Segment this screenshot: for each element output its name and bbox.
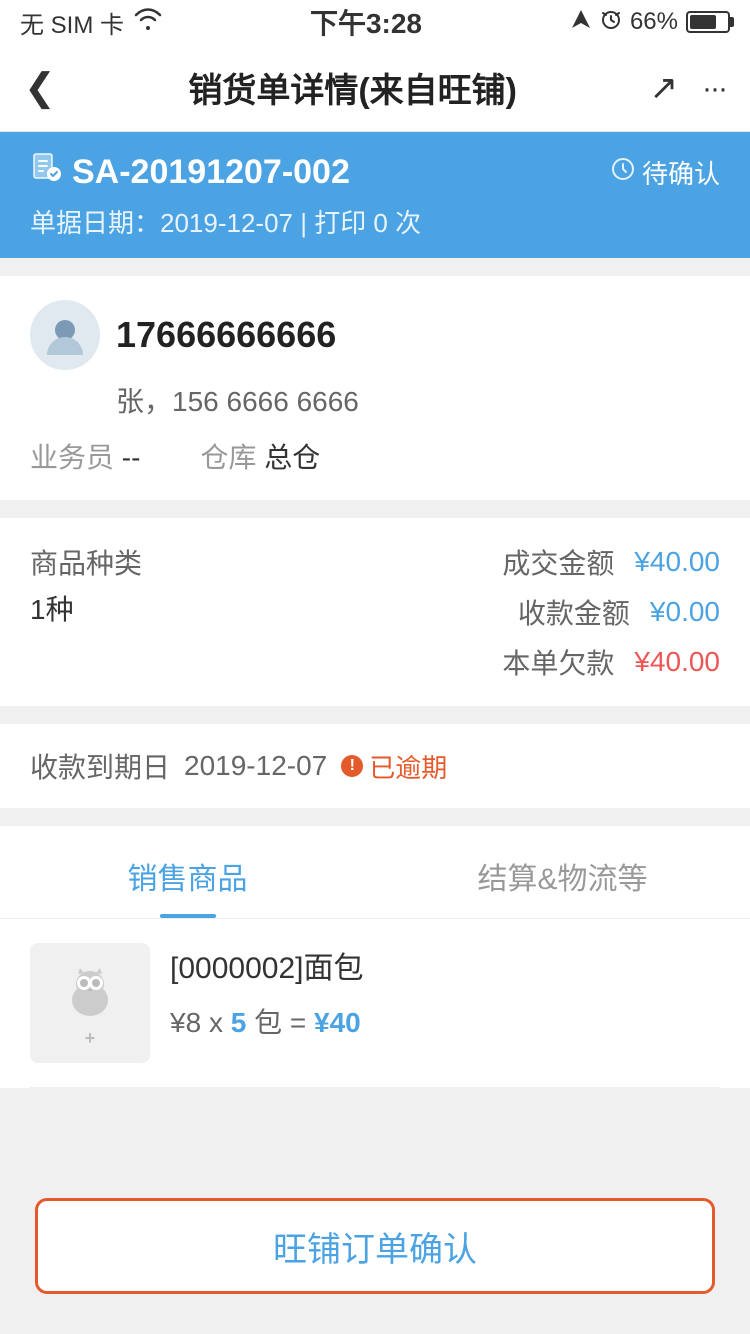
tab-sales-products[interactable]: 销售商品 <box>0 826 375 918</box>
status-bar-right: 66% <box>570 8 730 37</box>
overdue-text: 已逾期 <box>369 748 447 785</box>
due-date-label: 收款到期日 <box>30 746 170 786</box>
product-price: ¥8 x 5 包 = ¥40 <box>170 1001 720 1041</box>
carrier-text: 无 SIM 卡 <box>20 5 124 40</box>
product-list: + [0000002]面包 ¥8 x 5 包 = ¥40 <box>0 919 750 1088</box>
product-info: [0000002]面包 ¥8 x 5 包 = ¥40 <box>170 943 720 1041</box>
alarm-icon <box>600 8 622 37</box>
tabs-section: 销售商品 结算&物流等 <box>0 826 750 1088</box>
order-meta: 单据日期：2019-12-07 | 打印 0 次 <box>30 203 720 240</box>
back-button[interactable] <box>24 65 56 110</box>
overdue-icon: ! <box>341 755 363 777</box>
transaction-label: 成交金额 <box>502 542 614 582</box>
tab-settlement[interactable]: 结算&物流等 <box>375 826 750 918</box>
owed-value: ¥40.00 <box>634 646 720 678</box>
owed-label: 本单欠款 <box>502 642 614 682</box>
received-value: ¥0.00 <box>650 596 720 628</box>
salesperson-label: 业务员 -- <box>30 436 140 476</box>
share-button[interactable] <box>650 68 679 108</box>
owed-row: 本单欠款 ¥40.00 <box>502 642 720 682</box>
battery-percent: 66% <box>630 8 678 36</box>
clock-icon <box>610 156 636 189</box>
received-row: 收款金额 ¥0.00 <box>518 592 720 632</box>
customer-section: 17666666666 张，156 6666 6666 业务员 -- 仓库 总仓 <box>0 276 750 500</box>
location-icon <box>570 8 592 37</box>
order-header: SA-20191207-002 待确认 单据日期：2019-12-07 | 打印… <box>0 132 750 258</box>
summary-right: 成交金额 ¥40.00 收款金额 ¥0.00 本单欠款 ¥40.00 <box>502 542 720 682</box>
confirm-button-wrap: 旺铺订单确认 <box>35 1198 715 1294</box>
summary-left: 商品种类 1种 <box>30 542 142 628</box>
status-bar: 无 SIM 卡 下午3:28 66% <box>0 0 750 44</box>
transaction-row: 成交金额 ¥40.00 <box>502 542 720 582</box>
nav-bar: 销货单详情(来自旺铺) <box>0 44 750 132</box>
confirm-order-button[interactable]: 旺铺订单确认 <box>35 1198 715 1294</box>
doc-icon <box>30 152 62 193</box>
product-thumbnail: + <box>30 943 150 1063</box>
order-status: 待确认 <box>610 154 720 191</box>
page-title: 销货单详情(来自旺铺) <box>188 63 517 112</box>
due-section: 收款到期日 2019-12-07 ! 已逾期 <box>0 724 750 808</box>
warehouse-label: 仓库 总仓 <box>200 436 320 476</box>
wifi-icon <box>134 8 162 37</box>
product-total: ¥40 <box>314 1007 361 1038</box>
battery-icon <box>686 11 730 33</box>
nav-actions <box>650 68 726 108</box>
transaction-value: ¥40.00 <box>634 546 720 578</box>
status-bar-time: 下午3:28 <box>310 2 422 42</box>
item-type-value: 1种 <box>30 588 142 628</box>
more-button[interactable] <box>702 69 726 106</box>
summary-section: 商品种类 1种 成交金额 ¥40.00 收款金额 ¥0.00 本单欠款 ¥40.… <box>0 518 750 706</box>
product-name: [0000002]面包 <box>170 943 720 987</box>
item-type-label: 商品种类 <box>30 542 142 582</box>
overdue-badge: ! 已逾期 <box>341 748 447 785</box>
order-id: SA-20191207-002 <box>30 152 350 193</box>
received-label: 收款金额 <box>518 592 630 632</box>
tabs-header: 销售商品 结算&物流等 <box>0 826 750 919</box>
logo-plus: + <box>85 1028 96 1049</box>
status-bar-left: 无 SIM 卡 <box>20 5 162 40</box>
due-date-value: 2019-12-07 <box>184 750 327 782</box>
avatar <box>30 300 100 370</box>
customer-meta: 业务员 -- 仓库 总仓 <box>30 436 720 476</box>
customer-name: 张，156 6666 6666 <box>30 380 720 420</box>
customer-phone: 17666666666 <box>116 314 336 356</box>
price-per-unit: ¥8 <box>170 1007 201 1038</box>
table-row: + [0000002]面包 ¥8 x 5 包 = ¥40 <box>30 919 720 1088</box>
quantity: 5 <box>231 1007 247 1038</box>
